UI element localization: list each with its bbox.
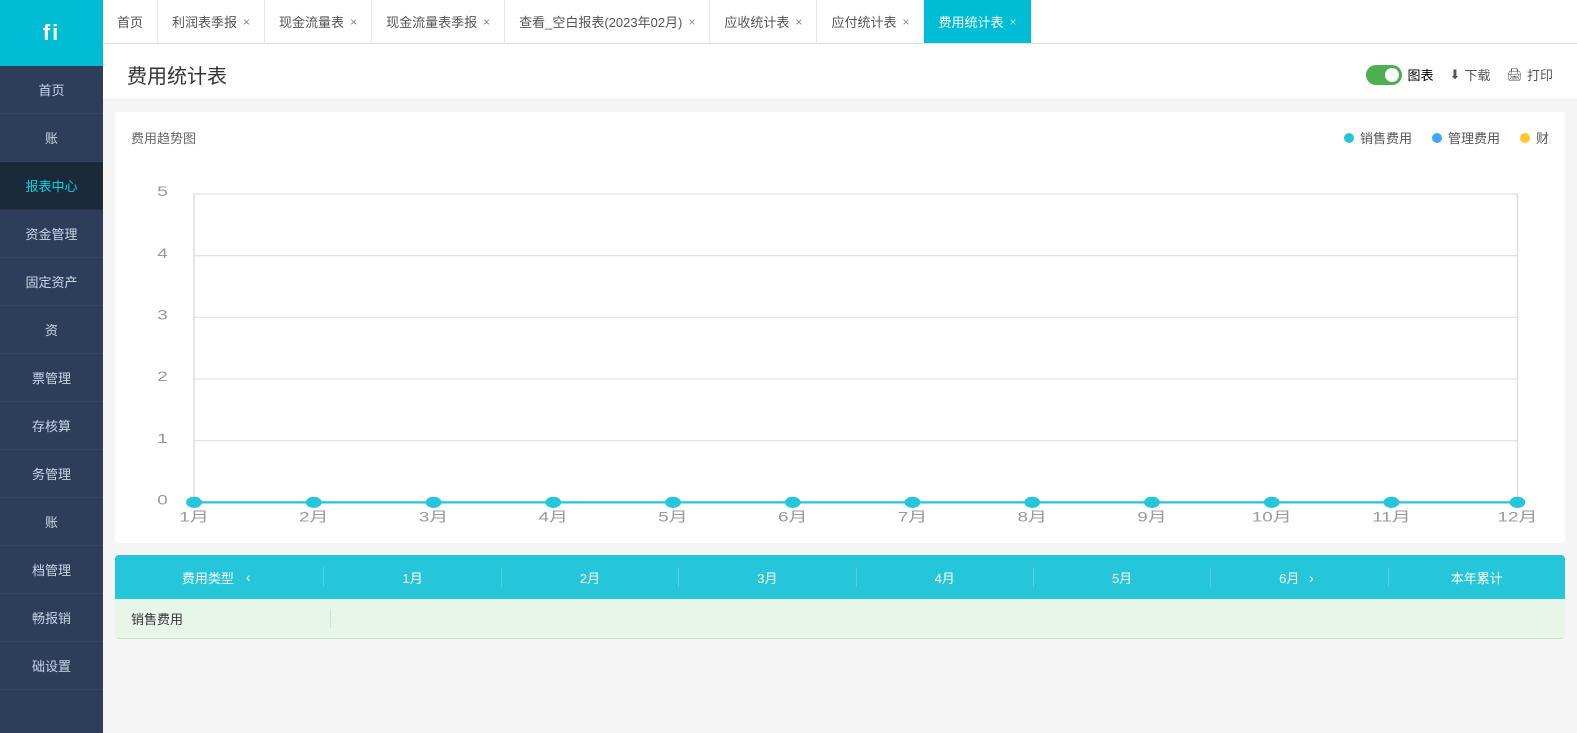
svg-text:10月: 10月 — [1252, 510, 1292, 525]
svg-text:1: 1 — [157, 431, 168, 446]
legend-dot-admin — [1432, 133, 1442, 143]
th-month5: 5月 — [1034, 568, 1211, 587]
print-icon: 🖨 — [1506, 67, 1523, 83]
main-area: 首页 利润表季报 × 现金流量表 × 现金流量表季报 × 查看_空白报表(202… — [103, 0, 1577, 733]
tab-home[interactable]: 首页 — [103, 0, 158, 44]
print-button[interactable]: 🖨 打印 — [1506, 65, 1553, 84]
svg-text:3: 3 — [157, 308, 168, 323]
header-actions: 图表 ⬇ 下载 🖨 打印 — [1366, 65, 1553, 85]
table-header: 费用类型 ‹ 1月 2月 3月 4月 5月 6月 › 本年累计 — [115, 555, 1565, 599]
data-table: 费用类型 ‹ 1月 2月 3月 4月 5月 6月 › 本年累计 销售费用 — [115, 555, 1565, 639]
sidebar-item-account[interactable]: 账 — [0, 114, 103, 162]
sidebar-item-invoice[interactable]: 票管理 — [0, 354, 103, 402]
tab-payable[interactable]: 应付统计表 × — [817, 0, 924, 44]
svg-text:6月: 6月 — [778, 510, 807, 525]
table-row: 销售费用 — [115, 599, 1565, 639]
tab-cashflow[interactable]: 现金流量表 × — [265, 0, 372, 44]
page-header: 费用统计表 图表 ⬇ 下载 🖨 打印 — [103, 44, 1577, 100]
th-month1: 1月 — [324, 568, 501, 587]
chart-toggle[interactable] — [1366, 65, 1402, 85]
sidebar-item-expense[interactable]: 畅报销 — [0, 594, 103, 642]
tab-close-blank-report[interactable]: × — [688, 15, 695, 29]
download-icon: ⬇ — [1450, 67, 1461, 83]
legend-admin: 管理费用 — [1432, 128, 1500, 147]
th-type: 费用类型 ‹ — [115, 567, 324, 587]
sidebar-item-resource[interactable]: 资 — [0, 306, 103, 354]
svg-text:2月: 2月 — [299, 510, 328, 525]
tab-profit-quarterly[interactable]: 利润表季报 × — [158, 0, 265, 44]
th-ytd: 本年累计 — [1389, 568, 1565, 587]
svg-text:4月: 4月 — [539, 510, 568, 525]
legend-dot-sales — [1344, 133, 1354, 143]
svg-text:9月: 9月 — [1137, 510, 1166, 525]
svg-text:1月: 1月 — [179, 510, 208, 525]
svg-text:3月: 3月 — [419, 510, 448, 525]
content-area: 费用统计表 图表 ⬇ 下载 🖨 打印 费用趋势图 — [103, 44, 1577, 733]
chart-section: 费用趋势图 销售费用 管理费用 财 — [115, 112, 1565, 543]
prev-period-button[interactable]: ‹ — [240, 567, 257, 587]
legend-label-sales: 销售费用 — [1360, 128, 1412, 147]
sidebar-item-funds[interactable]: 资金管理 — [0, 210, 103, 258]
page-title: 费用统计表 — [127, 60, 227, 89]
legend-dot-finance — [1520, 133, 1530, 143]
svg-text:2: 2 — [157, 370, 168, 385]
svg-text:7月: 7月 — [898, 510, 927, 525]
tab-close-profit-quarterly[interactable]: × — [243, 15, 250, 29]
svg-text:5: 5 — [157, 185, 168, 200]
sidebar-item-service[interactable]: 务管理 — [0, 450, 103, 498]
line-chart-svg: 0 1 2 3 4 5 1月 2月 — [131, 157, 1549, 527]
tab-close-cashflow[interactable]: × — [350, 15, 357, 29]
legend-label-admin: 管理费用 — [1448, 128, 1500, 147]
tab-blank-report[interactable]: 查看_空白报表(2023年02月) × — [505, 0, 710, 44]
chart-title: 费用趋势图 — [131, 128, 196, 147]
tab-cashflow-quarterly[interactable]: 现金流量表季报 × — [372, 0, 505, 44]
chart-legend: 销售费用 管理费用 财 — [1344, 128, 1549, 147]
tab-receivable[interactable]: 应收统计表 × — [710, 0, 817, 44]
tab-close-receivable[interactable]: × — [795, 15, 802, 29]
tab-close-cashflow-quarterly[interactable]: × — [483, 15, 490, 29]
td-type-sales: 销售费用 — [115, 609, 331, 628]
chart-toggle-label: 图表 — [1408, 65, 1434, 84]
sidebar-item-inventory[interactable]: 存核算 — [0, 402, 103, 450]
chart-toggle-wrap[interactable]: 图表 — [1366, 65, 1434, 85]
chart-container: 0 1 2 3 4 5 1月 2月 — [131, 157, 1549, 527]
sidebar-item-assets[interactable]: 固定资产 — [0, 258, 103, 306]
th-month2: 2月 — [502, 568, 679, 587]
th-month4: 4月 — [857, 568, 1034, 587]
sidebar-item-archive[interactable]: 档管理 — [0, 546, 103, 594]
sidebar-item-settings[interactable]: 础设置 — [0, 642, 103, 690]
tab-expense[interactable]: 费用统计表 × — [924, 0, 1031, 44]
svg-text:5月: 5月 — [658, 510, 687, 525]
svg-text:4: 4 — [157, 246, 168, 261]
sidebar-logo: fi — [0, 0, 103, 66]
svg-text:12月: 12月 — [1498, 510, 1538, 525]
chart-header: 费用趋势图 销售费用 管理费用 财 — [131, 128, 1549, 147]
tab-close-expense[interactable]: × — [1009, 15, 1016, 29]
svg-text:8月: 8月 — [1018, 510, 1047, 525]
download-button[interactable]: ⬇ 下载 — [1450, 65, 1491, 84]
legend-finance: 财 — [1520, 128, 1549, 147]
svg-text:11月: 11月 — [1372, 510, 1410, 525]
th-month6: 6月 › — [1211, 568, 1388, 587]
tab-close-payable[interactable]: × — [902, 15, 909, 29]
sidebar-item-home[interactable]: 首页 — [0, 66, 103, 114]
svg-text:0: 0 — [157, 493, 168, 508]
legend-label-finance: 财 — [1536, 128, 1549, 147]
legend-sales: 销售费用 — [1344, 128, 1412, 147]
sidebar: fi 首页 账 报表中心 资金管理 固定资产 资 票管理 存核算 务管理 账 档… — [0, 0, 103, 733]
next-period-button[interactable]: › — [1303, 568, 1320, 588]
tab-bar: 首页 利润表季报 × 现金流量表 × 现金流量表季报 × 查看_空白报表(202… — [103, 0, 1577, 44]
th-month3: 3月 — [679, 568, 856, 587]
sidebar-item-reports[interactable]: 报表中心 — [0, 162, 103, 210]
sidebar-item-ledger[interactable]: 账 — [0, 498, 103, 546]
